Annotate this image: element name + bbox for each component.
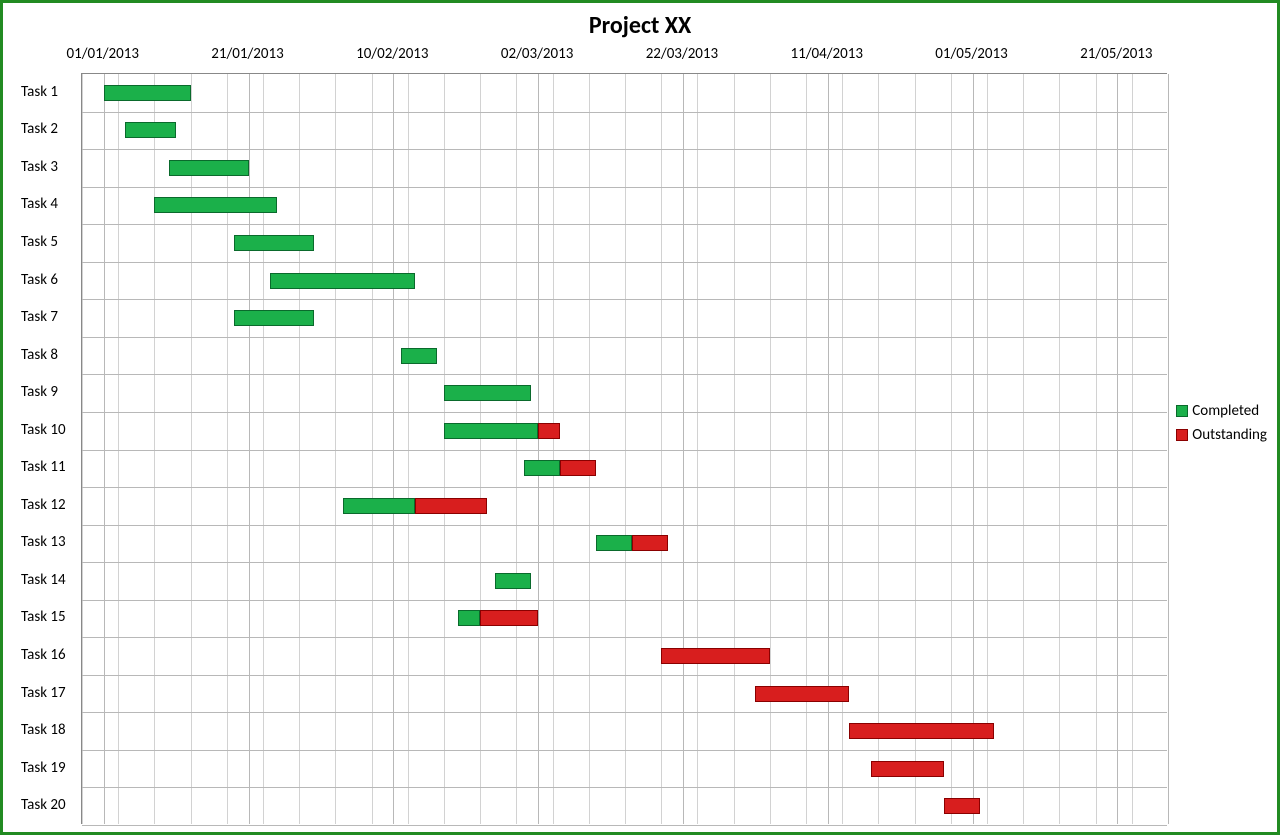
bar-outstanding xyxy=(632,535,668,551)
bar-completed xyxy=(444,385,531,401)
task-label: Task 4 xyxy=(3,194,79,214)
task-label: Task 12 xyxy=(3,495,79,515)
bar-outstanding xyxy=(538,423,560,439)
bar-outstanding xyxy=(560,460,596,476)
x-tick-label: 21/05/2013 xyxy=(1080,45,1152,63)
x-tick-label: 21/01/2013 xyxy=(211,45,283,63)
task-label: Task 11 xyxy=(3,457,79,477)
bar-completed xyxy=(154,197,277,213)
bar-outstanding xyxy=(480,610,538,626)
bar-completed xyxy=(495,573,531,589)
bar-outstanding xyxy=(944,798,980,814)
x-tick-label: 02/03/2013 xyxy=(501,45,573,63)
task-label: Task 8 xyxy=(3,345,79,365)
y-axis-labels: Task 1 Task 2 Task 3 Task 4 Task 5 Task 6 Task… xyxy=(3,73,81,824)
task-label: Task 7 xyxy=(3,307,79,327)
legend: Completed Outstanding xyxy=(1176,399,1267,447)
bar-completed xyxy=(125,122,176,138)
legend-item-completed: Completed xyxy=(1176,399,1267,423)
bar-completed xyxy=(270,273,415,289)
task-label: Task 18 xyxy=(3,720,79,740)
bar-outstanding xyxy=(415,498,487,514)
x-tick-label: 10/02/2013 xyxy=(356,45,428,63)
x-tick-label: 11/04/2013 xyxy=(791,45,863,63)
task-label: Task 20 xyxy=(3,795,79,815)
chart-title: Project XX xyxy=(3,3,1277,40)
task-label: Task 1 xyxy=(3,82,79,102)
swatch-completed-icon xyxy=(1176,405,1188,417)
legend-label: Completed xyxy=(1192,402,1259,420)
bar-completed xyxy=(444,423,538,439)
task-label: Task 13 xyxy=(3,532,79,552)
bar-completed xyxy=(104,85,191,101)
swatch-outstanding-icon xyxy=(1176,429,1188,441)
x-tick-label: 22/03/2013 xyxy=(646,45,718,63)
bar-completed xyxy=(596,535,632,551)
task-label: Task 9 xyxy=(3,382,79,402)
x-tick-label: 01/01/2013 xyxy=(67,45,139,63)
legend-item-outstanding: Outstanding xyxy=(1176,423,1267,447)
bar-completed xyxy=(169,160,249,176)
bar-completed xyxy=(401,348,437,364)
task-label: Task 15 xyxy=(3,607,79,627)
task-label: Task 10 xyxy=(3,420,79,440)
task-label: Task 2 xyxy=(3,119,79,139)
x-tick-label: 01/05/2013 xyxy=(935,45,1007,63)
bar-completed xyxy=(234,235,314,251)
task-label: Task 16 xyxy=(3,645,79,665)
task-label: Task 14 xyxy=(3,570,79,590)
task-label: Task 3 xyxy=(3,157,79,177)
bar-completed xyxy=(234,310,314,326)
gantt-plot-area xyxy=(81,73,1167,824)
task-label: Task 6 xyxy=(3,270,79,290)
task-label: Task 5 xyxy=(3,232,79,252)
bar-completed xyxy=(524,460,560,476)
bar-outstanding xyxy=(871,761,943,777)
task-label: Task 19 xyxy=(3,758,79,778)
bar-completed xyxy=(343,498,415,514)
bar-outstanding xyxy=(849,723,994,739)
chart-frame: Project XX 01/01/2013 21/01/2013 10/02/201… xyxy=(0,0,1280,835)
bar-outstanding xyxy=(755,686,849,702)
legend-label: Outstanding xyxy=(1192,426,1267,444)
x-axis-labels: 01/01/2013 21/01/2013 10/02/2013 02/03/2013… xyxy=(3,45,1277,67)
bar-outstanding xyxy=(661,648,770,664)
bar-completed xyxy=(458,610,480,626)
task-label: Task 17 xyxy=(3,683,79,703)
